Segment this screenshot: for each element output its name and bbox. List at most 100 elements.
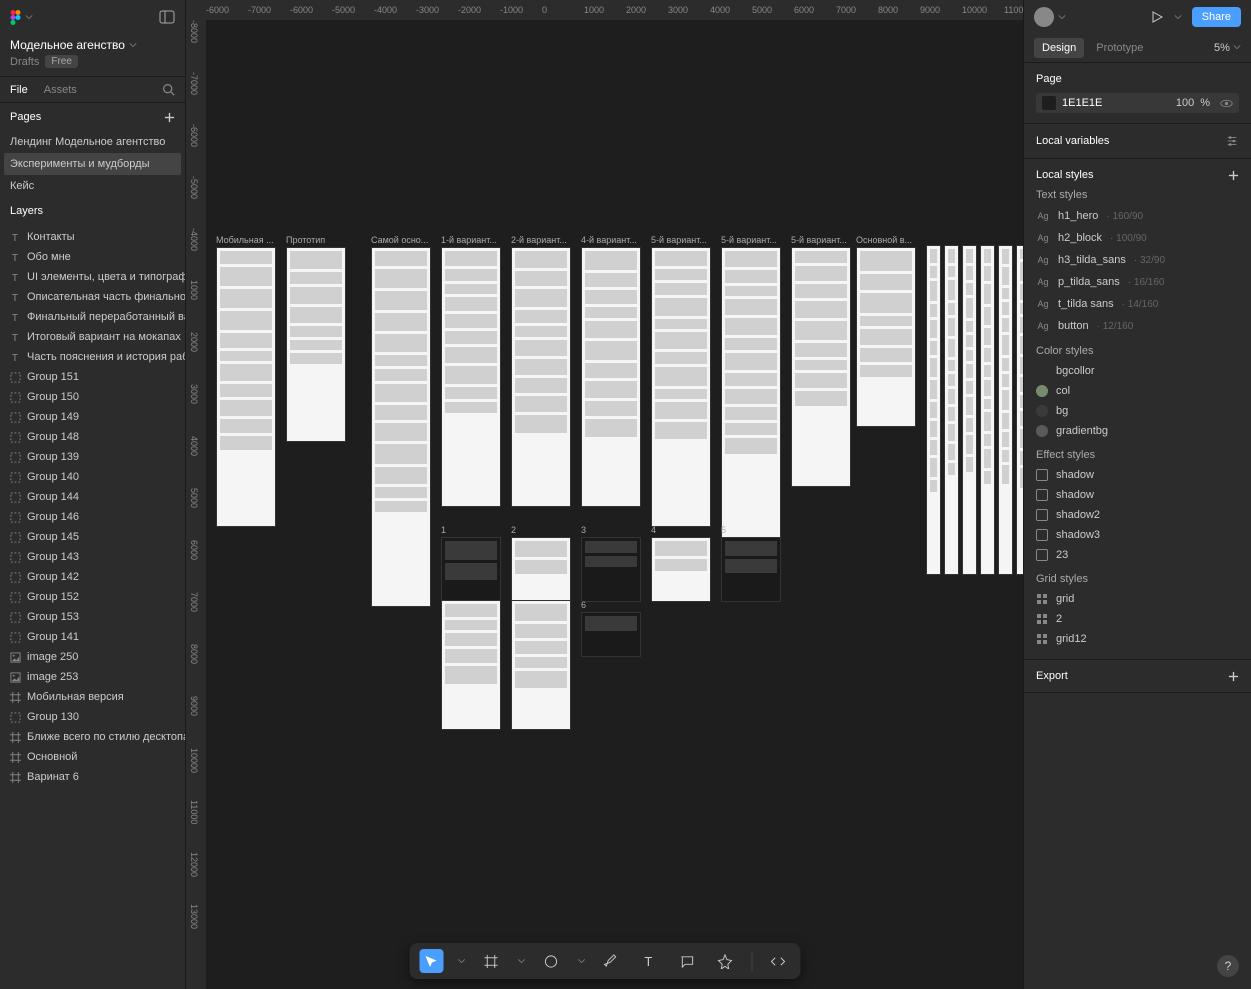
layer-item[interactable]: TОписательная часть финального ... [0, 287, 185, 307]
settings-icon[interactable] [1225, 134, 1239, 148]
frame[interactable]: 1-й вариант... [441, 235, 501, 507]
tool-actions[interactable] [713, 949, 737, 973]
project-title[interactable]: Модельное агенство [10, 38, 175, 52]
grid-style-item[interactable]: grid12 [1036, 629, 1239, 649]
frame[interactable]: 2-й вариант... [511, 235, 571, 507]
color-style-item[interactable]: gradientbg [1036, 421, 1239, 441]
canvas[interactable]: -6000-7000-6000-5000-4000-3000-2000-1000… [186, 0, 1023, 989]
layer-item[interactable]: Варинат 6 [0, 767, 185, 787]
grid-style-item[interactable]: grid [1036, 589, 1239, 609]
layer-item[interactable]: Group 130 [0, 707, 185, 727]
layer-item[interactable]: Group 146 [0, 507, 185, 527]
bg-opacity[interactable]: 100 [1176, 97, 1194, 109]
tool-comment[interactable] [675, 949, 699, 973]
frame[interactable]: 5-й вариант... [721, 235, 781, 547]
frame[interactable] [926, 245, 941, 575]
chevron-down-icon[interactable] [457, 957, 465, 965]
tab-prototype[interactable]: Prototype [1096, 38, 1143, 58]
grid-style-item[interactable]: 2 [1036, 609, 1239, 629]
layer-item[interactable]: TОбо мне [0, 247, 185, 267]
frame[interactable] [998, 245, 1013, 575]
text-style-item[interactable]: Agt_tilda sans · 14/160 [1036, 293, 1239, 315]
avatar[interactable] [1034, 7, 1054, 27]
layer-item[interactable]: Group 139 [0, 447, 185, 467]
layer-item[interactable]: Ближе всего по стилю десктопа [0, 727, 185, 747]
layer-item[interactable]: Group 150 [0, 387, 185, 407]
layer-item[interactable]: Group 143 [0, 547, 185, 567]
tool-move[interactable] [419, 949, 443, 973]
frame[interactable]: 5-й вариант... [651, 235, 711, 527]
frame[interactable]: 2 [511, 525, 571, 602]
tool-frame[interactable] [479, 949, 503, 973]
tool-shape[interactable] [539, 949, 563, 973]
layer-item[interactable]: Group 140 [0, 467, 185, 487]
layer-item[interactable]: TUI элементы, цвета и типографика [0, 267, 185, 287]
text-style-item[interactable]: Agp_tilda_sans · 16/160 [1036, 271, 1239, 293]
frame[interactable]: 5 [721, 525, 781, 602]
layer-item[interactable]: Group 149 [0, 407, 185, 427]
tool-dev[interactable] [766, 949, 790, 973]
frame[interactable] [511, 600, 571, 730]
frame[interactable]: Самой осно... [371, 235, 431, 607]
layer-item[interactable]: Group 151 [0, 367, 185, 387]
layer-item[interactable]: Мобильная версия [0, 687, 185, 707]
chevron-down-icon[interactable] [517, 957, 525, 965]
frame[interactable]: Прототип [286, 235, 346, 442]
frame[interactable] [962, 245, 977, 575]
add-style-icon[interactable] [1228, 170, 1239, 181]
frame[interactable]: 5-й вариант... [791, 235, 851, 487]
layer-item[interactable]: Group 144 [0, 487, 185, 507]
tab-design[interactable]: Design [1034, 38, 1084, 58]
effect-style-item[interactable]: 23 [1036, 545, 1239, 565]
frame[interactable]: 1 [441, 525, 501, 602]
effect-style-item[interactable]: shadow3 [1036, 525, 1239, 545]
layer-item[interactable]: TИтоговый вариант на мокапах [0, 327, 185, 347]
text-style-item[interactable]: Agbutton · 12/160 [1036, 315, 1239, 337]
color-style-item[interactable]: bg [1036, 401, 1239, 421]
frame[interactable]: 6 [581, 600, 641, 657]
play-icon[interactable] [1150, 10, 1164, 24]
color-style-item[interactable]: col [1036, 381, 1239, 401]
add-export-icon[interactable] [1228, 671, 1239, 682]
layer-item[interactable]: TКонтакты [0, 227, 185, 247]
frame[interactable] [980, 245, 995, 575]
drafts-link[interactable]: Drafts [10, 56, 39, 68]
layer-item[interactable]: Group 153 [0, 607, 185, 627]
bg-hex[interactable]: 1E1E1E [1062, 97, 1170, 109]
tool-pen[interactable] [599, 949, 623, 973]
layer-item[interactable]: Group 142 [0, 567, 185, 587]
chevron-down-icon[interactable] [1174, 13, 1182, 21]
color-style-item[interactable]: bgcollor [1036, 361, 1239, 381]
frame[interactable]: 4-й вариант... [581, 235, 641, 507]
panel-toggle-icon[interactable] [159, 9, 175, 25]
layer-item[interactable]: Group 148 [0, 427, 185, 447]
layer-item[interactable]: image 250 [0, 647, 185, 667]
figma-logo[interactable] [10, 10, 33, 25]
effect-style-item[interactable]: shadow [1036, 465, 1239, 485]
frame[interactable]: Мобильная ... [216, 235, 276, 527]
text-style-item[interactable]: Agh3_tilda_sans · 32/90 [1036, 249, 1239, 271]
eye-icon[interactable] [1220, 97, 1233, 110]
frame[interactable]: Основной в... [856, 235, 916, 427]
tool-text[interactable]: T [637, 949, 661, 973]
frame[interactable]: 4 [651, 525, 711, 602]
tab-file[interactable]: File [10, 84, 28, 96]
chevron-down-icon[interactable] [577, 957, 585, 965]
search-icon[interactable] [162, 83, 175, 96]
page-item[interactable]: Лендинг Модельное агентство [0, 131, 185, 153]
layer-item[interactable]: Group 152 [0, 587, 185, 607]
share-button[interactable]: Share [1192, 7, 1241, 27]
layer-item[interactable]: Основной [0, 747, 185, 767]
chevron-down-icon[interactable] [1058, 13, 1066, 21]
tab-assets[interactable]: Assets [44, 84, 77, 96]
effect-style-item[interactable]: shadow2 [1036, 505, 1239, 525]
effect-style-item[interactable]: shadow [1036, 485, 1239, 505]
layer-item[interactable]: image 253 [0, 667, 185, 687]
layer-item[interactable]: Group 145 [0, 527, 185, 547]
layer-item[interactable]: Group 141 [0, 627, 185, 647]
frame[interactable] [1016, 245, 1023, 575]
text-style-item[interactable]: Agh2_block · 100/90 [1036, 227, 1239, 249]
bg-swatch[interactable] [1042, 96, 1056, 110]
text-style-item[interactable]: Agh1_hero · 160/90 [1036, 205, 1239, 227]
frame[interactable]: 3 [581, 525, 641, 602]
